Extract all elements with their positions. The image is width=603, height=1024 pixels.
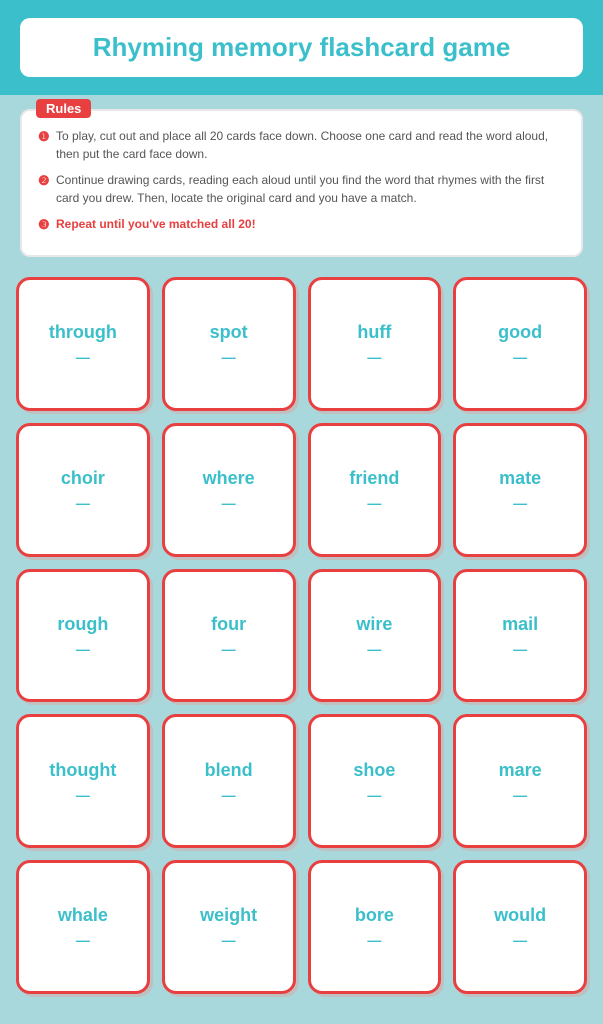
card-word-through: through xyxy=(49,322,117,343)
rule-item-3: ❸ Repeat until you've matched all 20! xyxy=(38,215,565,233)
card-word-mare: mare xyxy=(499,760,542,781)
flashcard-bore[interactable]: bore — xyxy=(308,860,442,994)
card-dash-shoe: — xyxy=(367,787,381,803)
rules-box: Rules ❶ To play, cut out and place all 2… xyxy=(20,109,583,257)
card-dash-four: — xyxy=(222,641,236,657)
flashcard-four[interactable]: four — xyxy=(162,569,296,703)
flashcard-would[interactable]: would — xyxy=(453,860,587,994)
rule-num-1: ❶ xyxy=(38,127,50,147)
flashcard-friend[interactable]: friend — xyxy=(308,423,442,557)
flashcard-choir[interactable]: choir — xyxy=(16,423,150,557)
flashcard-through[interactable]: through — xyxy=(16,277,150,411)
card-dash-choir: — xyxy=(76,495,90,511)
card-dash-bore: — xyxy=(367,932,381,948)
page-title: Rhyming memory flashcard game xyxy=(50,32,553,63)
card-word-thought: thought xyxy=(49,760,116,781)
flashcard-good[interactable]: good — xyxy=(453,277,587,411)
card-word-four: four xyxy=(211,614,246,635)
card-dash-huff: — xyxy=(367,349,381,365)
card-word-bore: bore xyxy=(355,905,394,926)
card-word-where: where xyxy=(203,468,255,489)
flashcard-blend[interactable]: blend — xyxy=(162,714,296,848)
card-dash-whale: — xyxy=(76,932,90,948)
flashcard-weight[interactable]: weight — xyxy=(162,860,296,994)
card-dash-would: — xyxy=(513,932,527,948)
card-dash-thought: — xyxy=(76,787,90,803)
card-word-good: good xyxy=(498,322,542,343)
rule-num-2: ❷ xyxy=(38,171,50,191)
rule-num-3: ❸ xyxy=(38,215,50,235)
card-word-rough: rough xyxy=(57,614,108,635)
card-dash-through: — xyxy=(76,349,90,365)
flashcard-mail[interactable]: mail — xyxy=(453,569,587,703)
card-dash-mail: — xyxy=(513,641,527,657)
card-dash-mate: — xyxy=(513,495,527,511)
card-dash-good: — xyxy=(513,349,527,365)
flashcard-wire[interactable]: wire — xyxy=(308,569,442,703)
card-dash-where: — xyxy=(222,495,236,511)
card-dash-rough: — xyxy=(76,641,90,657)
rules-section: Rules ❶ To play, cut out and place all 2… xyxy=(0,95,603,263)
header: Rhyming memory flashcard game xyxy=(0,0,603,95)
card-word-wire: wire xyxy=(356,614,392,635)
card-dash-weight: — xyxy=(222,932,236,948)
card-word-weight: weight xyxy=(200,905,257,926)
rule-item-1: ❶ To play, cut out and place all 20 card… xyxy=(38,127,565,163)
card-dash-friend: — xyxy=(367,495,381,511)
flashcard-shoe[interactable]: shoe — xyxy=(308,714,442,848)
card-word-blend: blend xyxy=(205,760,253,781)
rule-item-2: ❷ Continue drawing cards, reading each a… xyxy=(38,171,565,207)
flashcard-spot[interactable]: spot — xyxy=(162,277,296,411)
flashcard-rough[interactable]: rough — xyxy=(16,569,150,703)
card-word-spot: spot xyxy=(210,322,248,343)
card-word-mail: mail xyxy=(502,614,538,635)
card-word-would: would xyxy=(494,905,546,926)
card-word-shoe: shoe xyxy=(353,760,395,781)
card-dash-wire: — xyxy=(367,641,381,657)
card-dash-spot: — xyxy=(222,349,236,365)
flashcard-where[interactable]: where — xyxy=(162,423,296,557)
card-dash-blend: — xyxy=(222,787,236,803)
rules-label: Rules xyxy=(36,99,91,118)
flashcard-mate[interactable]: mate — xyxy=(453,423,587,557)
flashcard-huff[interactable]: huff — xyxy=(308,277,442,411)
card-word-choir: choir xyxy=(61,468,105,489)
card-word-friend: friend xyxy=(349,468,399,489)
card-dash-mare: — xyxy=(513,787,527,803)
rules-list: ❶ To play, cut out and place all 20 card… xyxy=(38,127,565,233)
flashcard-whale[interactable]: whale — xyxy=(16,860,150,994)
cards-grid: through—spot—huff—good—choir—where—frien… xyxy=(0,263,603,1008)
flashcard-mare[interactable]: mare — xyxy=(453,714,587,848)
card-word-whale: whale xyxy=(58,905,108,926)
header-title-box: Rhyming memory flashcard game xyxy=(20,18,583,77)
card-word-mate: mate xyxy=(499,468,541,489)
card-word-huff: huff xyxy=(357,322,391,343)
flashcard-thought[interactable]: thought — xyxy=(16,714,150,848)
